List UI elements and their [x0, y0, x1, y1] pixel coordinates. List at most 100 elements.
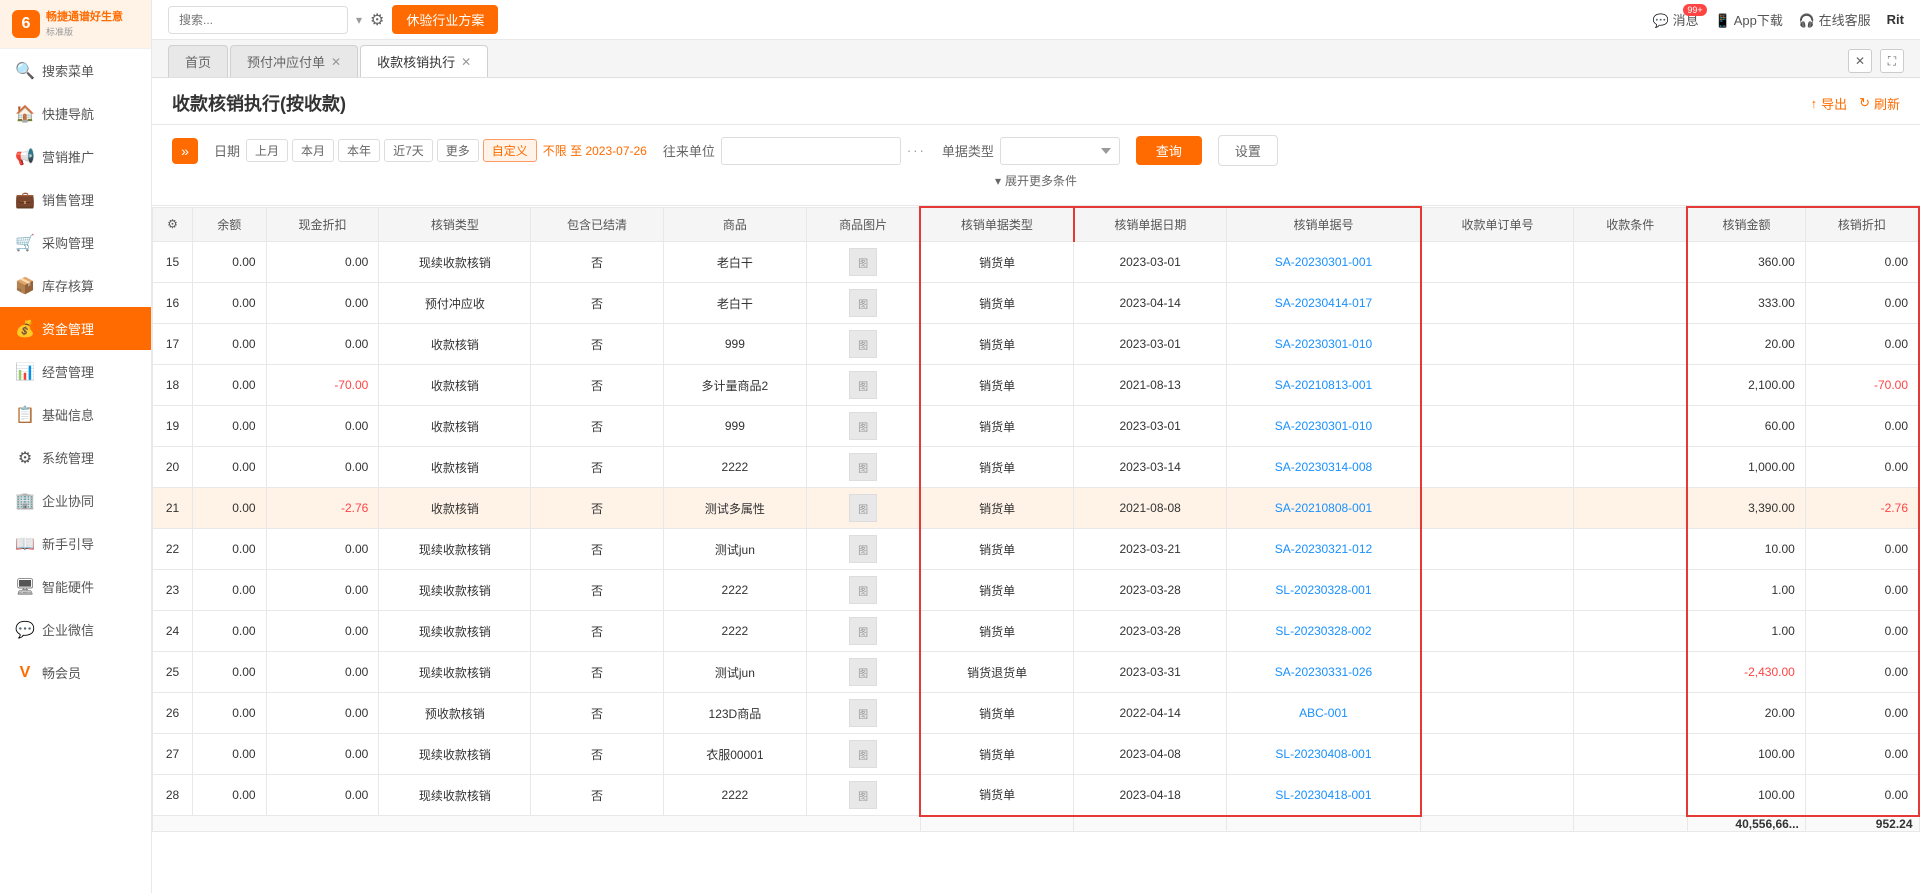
goods-cell: 2222	[663, 611, 806, 652]
verify-amount-cell: 1,000.00	[1687, 447, 1805, 488]
sidebar-item-marketing[interactable]: 📢 营销推广	[0, 135, 151, 178]
filter-expand-button[interactable]: »	[172, 138, 198, 164]
table-row: 200.000.00收款核销否2222图销货单2023-03-14SA-2023…	[153, 447, 1920, 488]
cash-discount-cell: 0.00	[266, 570, 379, 611]
table-row: 220.000.00现续收款核销否测试jun图销货单2023-03-21SA-2…	[153, 529, 1920, 570]
tab-receivable[interactable]: 收款核销执行 ✕	[360, 45, 488, 77]
verify-bill-no-cell[interactable]: SA-20230314-008	[1227, 447, 1421, 488]
online-service-link[interactable]: 🎧 在线客服	[1799, 10, 1871, 29]
refresh-button[interactable]: ↻ 刷新	[1859, 94, 1900, 113]
bill-no-link[interactable]: SL-20230328-001	[1275, 583, 1371, 597]
date-this-month-button[interactable]: 本月	[292, 139, 334, 162]
page-content: 收款核销执行(按收款) ↑ 导出 ↻ 刷新 » 日期 上	[152, 78, 1920, 893]
sidebar-item-wechat[interactable]: 💬 企业微信	[0, 608, 151, 651]
bill-no-link[interactable]: SA-20230301-010	[1275, 337, 1372, 351]
sidebar-item-inventory[interactable]: 📦 库存核算	[0, 264, 151, 307]
bill-no-link[interactable]: SL-20230408-001	[1275, 747, 1371, 761]
verify-bill-date-cell: 2023-03-28	[1074, 570, 1227, 611]
goods-cell: 老白干	[663, 283, 806, 324]
verify-bill-no-cell[interactable]: SA-20230301-001	[1227, 242, 1421, 283]
date-more-button[interactable]: 更多	[437, 139, 479, 162]
app-logo: 6 畅捷通谱好生意 标准版	[0, 0, 151, 49]
sidebar-item-enterprise[interactable]: 🏢 企业协同	[0, 479, 151, 522]
verify-bill-no-cell[interactable]: SL-20230328-002	[1227, 611, 1421, 652]
verify-bill-no-cell[interactable]: SL-20230328-001	[1227, 570, 1421, 611]
search-input[interactable]	[168, 6, 348, 34]
verify-bill-type-cell: 销货单	[920, 693, 1074, 734]
tab-prepay[interactable]: 预付冲应付单 ✕	[230, 45, 358, 77]
bill-type-select[interactable]	[1000, 137, 1120, 165]
sidebar-item-operations[interactable]: 📊 经营管理	[0, 350, 151, 393]
bill-no-link[interactable]: SL-20230418-001	[1275, 788, 1371, 802]
sidebar-item-member[interactable]: V 畅会员	[0, 651, 151, 694]
bill-no-link[interactable]: SA-20230314-008	[1275, 460, 1372, 474]
sidebar-item-system[interactable]: ⚙ 系统管理	[0, 436, 151, 479]
gear-icon[interactable]: ⚙	[370, 10, 384, 30]
verify-bill-no-cell[interactable]: SA-20230414-017	[1227, 283, 1421, 324]
table-row: 180.00-70.00收款核销否多计量商品2图销货单2021-08-13SA-…	[153, 365, 1920, 406]
cash-discount-cell: 0.00	[266, 652, 379, 693]
export-button[interactable]: ↑ 导出	[1811, 94, 1848, 113]
query-button[interactable]: 查询	[1136, 136, 1202, 165]
receipt-order-no-cell	[1421, 570, 1574, 611]
tab-close-all-button[interactable]: ✕	[1848, 49, 1872, 73]
bill-no-link[interactable]: SA-20230414-017	[1275, 296, 1372, 310]
verify-bill-no-cell[interactable]: SA-20210813-001	[1227, 365, 1421, 406]
verify-bill-no-cell[interactable]: ABC-001	[1227, 693, 1421, 734]
bill-no-link[interactable]: SL-20230328-002	[1275, 624, 1371, 638]
tab-close-receivable[interactable]: ✕	[461, 55, 471, 69]
sidebar-item-purchase[interactable]: 🛒 采购管理	[0, 221, 151, 264]
table-row: 280.000.00现续收款核销否2222图销货单2023-04-18SL-20…	[153, 775, 1920, 816]
counterpart-input[interactable]	[721, 137, 901, 165]
row-id-cell: 16	[153, 283, 193, 324]
sidebar-item-capital[interactable]: 💰 资金管理	[0, 307, 151, 350]
notification-bell[interactable]: 💬 消息 99+	[1653, 10, 1699, 29]
bill-no-link[interactable]: SA-20230331-026	[1275, 665, 1372, 679]
goods-image-cell: 图	[807, 324, 921, 365]
home-icon: 🏠	[16, 105, 34, 123]
row-id-cell: 19	[153, 406, 193, 447]
bill-no-link[interactable]: SA-20230301-001	[1275, 255, 1372, 269]
sidebar-item-search[interactable]: 🔍 搜索菜单	[0, 49, 151, 92]
tab-close-prepay[interactable]: ✕	[331, 55, 341, 69]
sidebar-item-guide[interactable]: 📖 新手引导	[0, 522, 151, 565]
tab-maximize-button[interactable]: ⛶	[1880, 49, 1904, 73]
setting-button[interactable]: 设置	[1218, 135, 1278, 166]
counterpart-label: 往来单位	[663, 141, 715, 160]
bill-no-link[interactable]: SA-20230321-012	[1275, 542, 1372, 556]
verify-bill-no-cell[interactable]: SA-20230301-010	[1227, 406, 1421, 447]
include-settled-cell: 否	[531, 324, 663, 365]
date-this-year-button[interactable]: 本年	[338, 139, 380, 162]
bill-no-link[interactable]: ABC-001	[1299, 706, 1348, 720]
verify-bill-no-cell[interactable]: SA-20210808-001	[1227, 488, 1421, 529]
bill-no-link[interactable]: SA-20210808-001	[1275, 501, 1372, 515]
verify-bill-no-cell[interactable]: SA-20230321-012	[1227, 529, 1421, 570]
sidebar-item-shortcut[interactable]: 🏠 快捷导航	[0, 92, 151, 135]
industry-solution-button[interactable]: 休验行业方案	[392, 5, 498, 34]
counterpart-filter-group: 往来单位 ···	[663, 137, 926, 165]
verify-bill-no-cell[interactable]: SL-20230408-001	[1227, 734, 1421, 775]
col-gear[interactable]: ⚙	[153, 207, 193, 242]
app-download-link[interactable]: 📱 App下载	[1715, 10, 1783, 29]
expand-conditions-button[interactable]: ▾ 展开更多条件	[172, 166, 1900, 195]
verify-bill-no-cell[interactable]: SA-20230331-026	[1227, 652, 1421, 693]
date-last-7days-button[interactable]: 近7天	[384, 139, 433, 162]
download-icon: 📱	[1715, 13, 1731, 28]
sidebar-item-hardware[interactable]: 🖥 智能硬件	[0, 565, 151, 608]
sidebar-item-sales[interactable]: 💼 销售管理	[0, 178, 151, 221]
date-last-month-button[interactable]: 上月	[246, 139, 288, 162]
verify-bill-no-cell[interactable]: SA-20230301-010	[1227, 324, 1421, 365]
verify-amount-cell: 360.00	[1687, 242, 1805, 283]
include-settled-cell: 否	[531, 488, 663, 529]
bill-no-link[interactable]: SA-20230301-010	[1275, 419, 1372, 433]
bill-no-link[interactable]: SA-20210813-001	[1275, 378, 1372, 392]
date-custom-button[interactable]: 自定义	[483, 139, 537, 162]
sidebar-item-basic[interactable]: 📋 基础信息	[0, 393, 151, 436]
user-profile[interactable]: Rit	[1887, 12, 1904, 27]
row-id-cell: 25	[153, 652, 193, 693]
tab-home[interactable]: 首页	[168, 45, 228, 77]
include-settled-cell: 否	[531, 693, 663, 734]
row-id-cell: 23	[153, 570, 193, 611]
verify-bill-type-cell: 销货退货单	[920, 652, 1074, 693]
verify-bill-no-cell[interactable]: SL-20230418-001	[1227, 775, 1421, 816]
